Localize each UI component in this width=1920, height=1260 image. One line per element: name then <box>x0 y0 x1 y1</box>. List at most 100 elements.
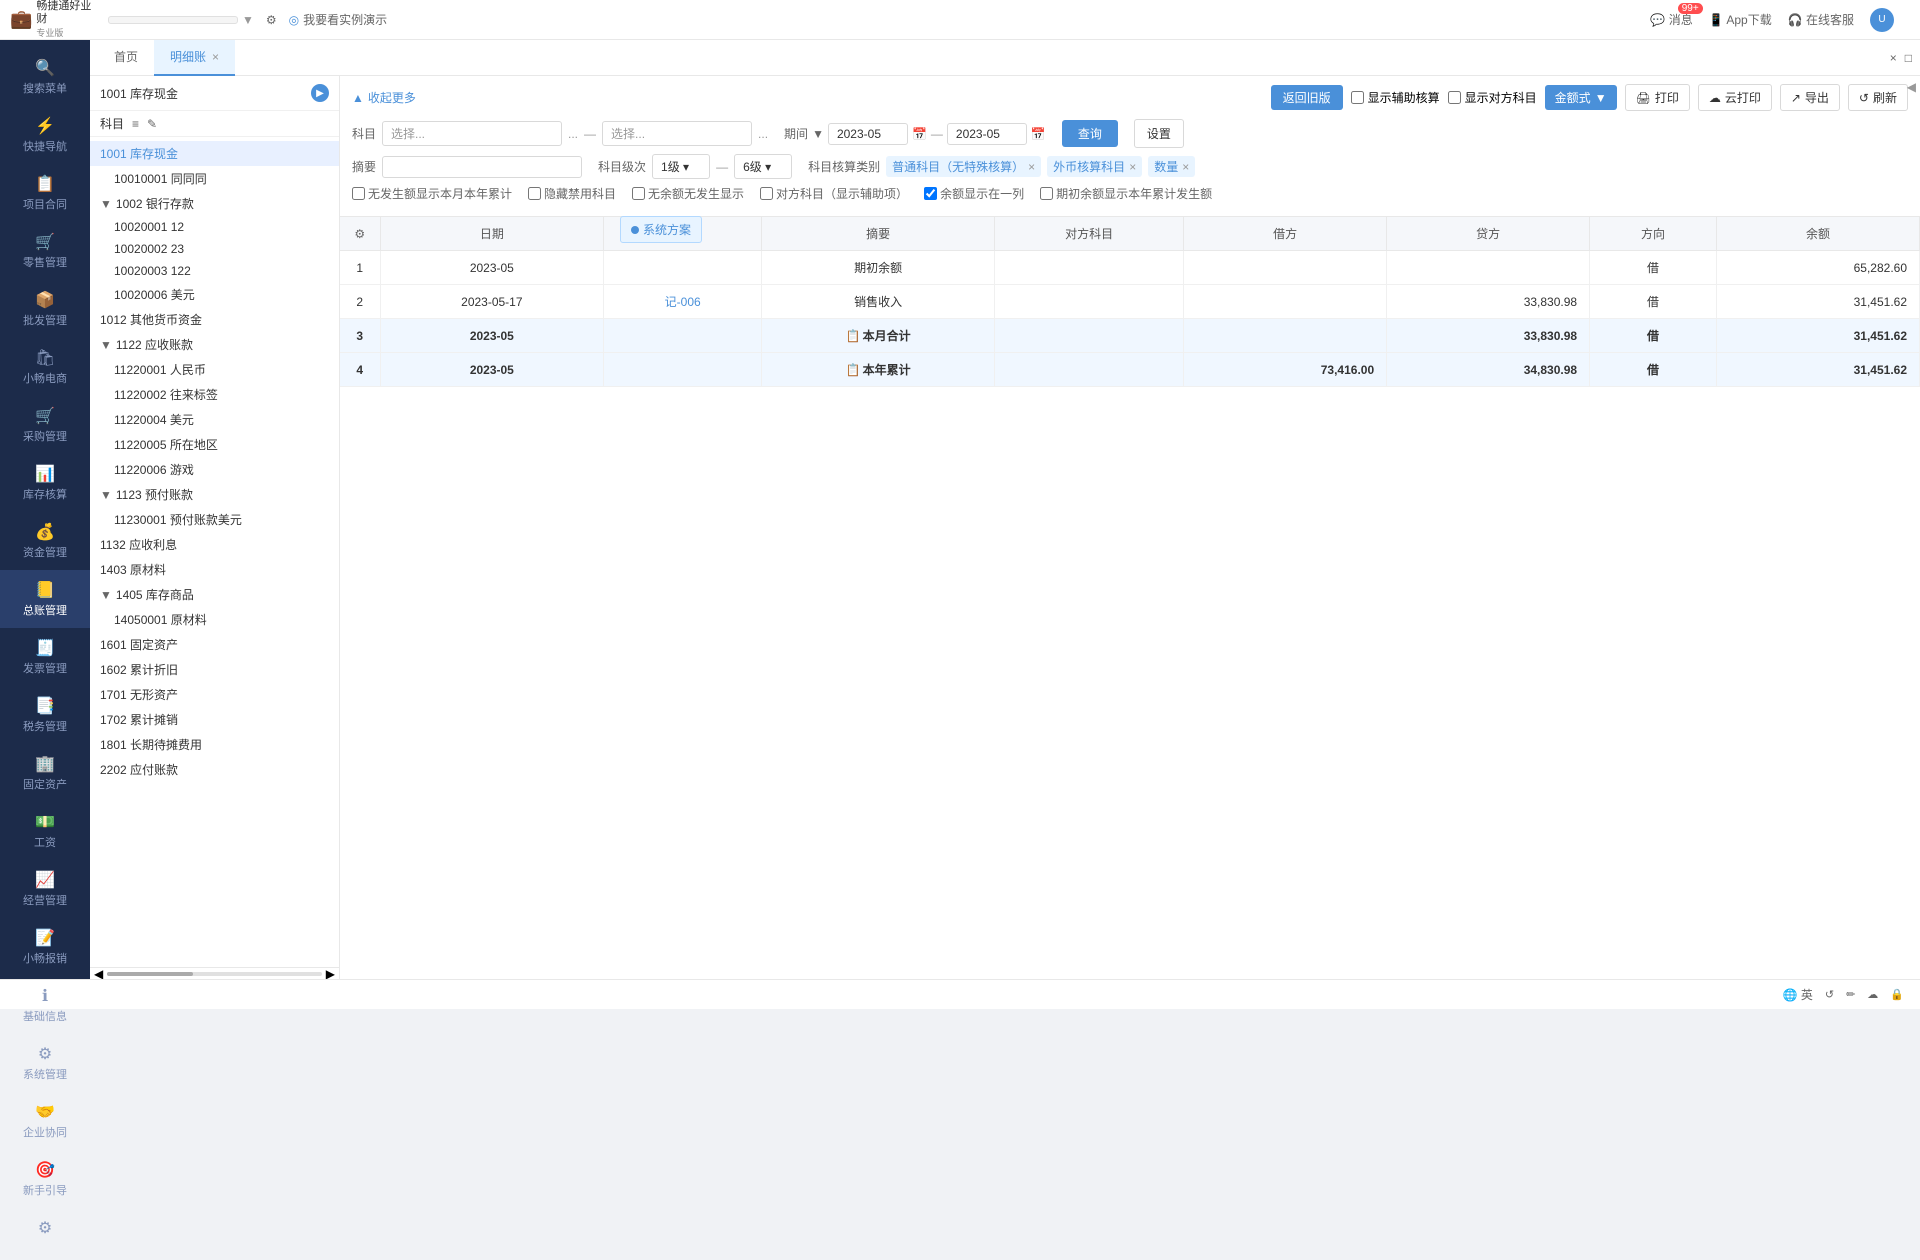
user-avatar[interactable]: U <box>1870 8 1894 32</box>
scheme-btn[interactable]: 系统方案 <box>620 216 702 243</box>
demo-link[interactable]: ◎ 我要看实例演示 <box>289 11 388 28</box>
checkbox-no-balance-input[interactable] <box>632 187 645 200</box>
tree-item-1123[interactable]: ▼ 1123 预付账款 <box>90 482 339 507</box>
tree-item-1702[interactable]: 1702 累计摊销 <box>90 707 339 732</box>
scroll-left[interactable]: ◀ <box>94 967 103 980</box>
bottom-edit-btn[interactable]: ✏ <box>1846 988 1855 1001</box>
list-view-btn[interactable]: ≡ <box>132 117 139 131</box>
translate-btn[interactable]: 🌐 英 <box>1783 986 1813 1003</box>
tree-item-1122[interactable]: ▼ 1122 应收账款 <box>90 332 339 357</box>
voucher-link-2[interactable]: 记-006 <box>665 295 701 309</box>
topbar-gear-icon[interactable]: ⚙ <box>266 13 277 27</box>
show-contra-input[interactable] <box>1448 91 1461 104</box>
tree-item-14050001[interactable]: 14050001 原材料 <box>90 607 339 632</box>
expand-collapse-btn[interactable]: ▲ 收起更多 <box>352 89 416 106</box>
bottom-lock-btn[interactable]: 🔒 <box>1890 988 1904 1001</box>
checkbox-no-amount[interactable]: 无发生额显示本月本年累计 <box>352 185 512 202</box>
sidebar-item-system[interactable]: ⚙ 系统管理 <box>0 1034 90 1092</box>
sidebar-item-retail[interactable]: 🛒 零售管理 <box>0 222 90 280</box>
tree-item-1012[interactable]: 1012 其他货币资金 <box>90 307 339 332</box>
window-close-btn[interactable]: × <box>1890 51 1897 65</box>
checkbox-hide-disabled[interactable]: 隐藏禁用科目 <box>528 185 616 202</box>
sidebar-item-ecommerce[interactable]: 🛍 小畅电商 <box>0 338 90 396</box>
left-panel-scrollbar[interactable]: ◀ ▶ <box>90 967 339 979</box>
level-from-select[interactable]: 1级 ▾ <box>652 154 710 179</box>
checkbox-ytd-balance-input[interactable] <box>1040 187 1053 200</box>
tree-item-1002[interactable]: ▼ 1002 银行存款 <box>90 191 339 216</box>
tree-item-1601[interactable]: 1601 固定资产 <box>90 632 339 657</box>
tree-item-11220006[interactable]: 11220006 游戏 <box>90 457 339 482</box>
tree-item-10020001[interactable]: 10020001 12 <box>90 216 339 238</box>
side-collapse-btn[interactable]: ◀ <box>1903 76 1920 98</box>
filter-tag-foreign-close[interactable]: × <box>1129 160 1136 174</box>
sidebar-item-assets[interactable]: 🏢 固定资产 <box>0 744 90 802</box>
edit-view-btn[interactable]: ✎ <box>147 117 157 131</box>
tab-detail[interactable]: 明细账 × <box>154 40 235 76</box>
back-old-version-btn[interactable]: 返回旧版 <box>1271 85 1343 110</box>
setting-btn[interactable]: 设置 <box>1134 119 1184 148</box>
sidebar-item-purchase[interactable]: 🛒 采购管理 <box>0 396 90 454</box>
bottom-refresh-btn[interactable]: ↺ <box>1825 988 1834 1001</box>
tree-item-11220002[interactable]: 11220002 往来标签 <box>90 382 339 407</box>
top-search-bar[interactable] <box>108 16 238 24</box>
sidebar-item-wholesale[interactable]: 📦 批发管理 <box>0 280 90 338</box>
export-btn[interactable]: ↗ 导出 <box>1780 84 1840 111</box>
period-cal-icon[interactable]: 📅 <box>912 127 927 141</box>
sidebar-item-nav[interactable]: ⚡ 快捷导航 <box>0 106 90 164</box>
tree-item-1405[interactable]: ▼ 1405 库存商品 <box>90 582 339 607</box>
tree-item-1602[interactable]: 1602 累计折旧 <box>90 657 339 682</box>
tree-item-1001[interactable]: 1001 库存现金 <box>90 141 339 166</box>
checkbox-contra[interactable]: 对方科目（显示辅助项） <box>760 185 908 202</box>
gear-icon[interactable]: ⚙ <box>354 227 365 241</box>
checkbox-no-amount-input[interactable] <box>352 187 365 200</box>
sidebar-item-search[interactable]: 🔍 搜索菜单 <box>0 48 90 106</box>
online-service-btn[interactable]: 🎧 在线客服 <box>1788 11 1854 28</box>
summary-input[interactable] <box>382 156 582 178</box>
sidebar-item-tax[interactable]: 📑 税务管理 <box>0 686 90 744</box>
subject-to-input[interactable]: 选择... <box>602 121 752 146</box>
sidebar-item-salary[interactable]: 💵 工资 <box>0 802 90 860</box>
tree-item-11230001[interactable]: 11230001 预付账款美元 <box>90 507 339 532</box>
filter-tag-qty-close[interactable]: × <box>1182 160 1189 174</box>
search-dropdown-arrow[interactable]: ▼ <box>242 13 254 27</box>
sidebar-item-finance[interactable]: 💰 资金管理 <box>0 512 90 570</box>
tree-item-1132[interactable]: 1132 应收利息 <box>90 532 339 557</box>
tree-item-10010001[interactable]: 10010001 同同同 <box>90 166 339 191</box>
tree-item-1403[interactable]: 1403 原材料 <box>90 557 339 582</box>
format-btn[interactable]: 金额式 ▼ <box>1545 85 1617 110</box>
tab-close-btn[interactable]: × <box>212 50 219 64</box>
tree-item-10020002[interactable]: 10020002 23 <box>90 238 339 260</box>
sidebar-item-ledger[interactable]: 📒 总账管理 <box>0 570 90 628</box>
tree-item-1701[interactable]: 1701 无形资产 <box>90 682 339 707</box>
bottom-cloud-btn[interactable]: ☁ <box>1867 988 1878 1001</box>
sidebar-item-project[interactable]: 📋 项目合同 <box>0 164 90 222</box>
sidebar-item-operations[interactable]: 📈 经营管理 <box>0 860 90 918</box>
sidebar-item-guide[interactable]: 🎯 新手引导 <box>0 1150 90 1208</box>
period-cal-icon2[interactable]: 📅 <box>1031 127 1046 141</box>
checkbox-hide-disabled-input[interactable] <box>528 187 541 200</box>
period-to-input[interactable]: 2023-05 <box>947 123 1027 145</box>
print-btn[interactable]: 🖨 打印 <box>1625 84 1690 111</box>
window-max-btn[interactable]: □ <box>1905 51 1912 65</box>
refresh-btn[interactable]: ↺ 刷新 <box>1848 84 1908 111</box>
tree-item-11220005[interactable]: 11220005 所在地区 <box>90 432 339 457</box>
sidebar-item-settings[interactable]: ⚙ <box>0 1208 90 1250</box>
cloud-print-btn[interactable]: ☁ 云打印 <box>1698 84 1772 111</box>
tree-item-11220004[interactable]: 11220004 美元 <box>90 407 339 432</box>
checkbox-ytd-balance[interactable]: 期初余额显示本年累计发生额 <box>1040 185 1212 202</box>
level-to-select[interactable]: 6级 ▾ <box>734 154 792 179</box>
app-download-btn[interactable]: 📱 App下载 <box>1709 11 1772 28</box>
tree-item-1801[interactable]: 1801 长期待摊费用 <box>90 732 339 757</box>
tree-item-10020006[interactable]: 10020006 美元 <box>90 282 339 307</box>
tree-item-11220001[interactable]: 11220001 人民币 <box>90 357 339 382</box>
subject-input[interactable]: 选择... <box>382 121 562 146</box>
scroll-right[interactable]: ▶ <box>326 967 335 980</box>
query-btn[interactable]: 查询 <box>1062 120 1118 147</box>
checkbox-no-balance[interactable]: 无余额无发生显示 <box>632 185 744 202</box>
checkbox-contra-input[interactable] <box>760 187 773 200</box>
sidebar-item-collab[interactable]: 🤝 企业协同 <box>0 1092 90 1150</box>
tree-item-10020003[interactable]: 10020003 122 <box>90 260 339 282</box>
show-aux-input[interactable] <box>1351 91 1364 104</box>
filter-tag-normal-close[interactable]: × <box>1028 160 1035 174</box>
account-nav-arrow[interactable]: ▶ <box>311 84 329 102</box>
